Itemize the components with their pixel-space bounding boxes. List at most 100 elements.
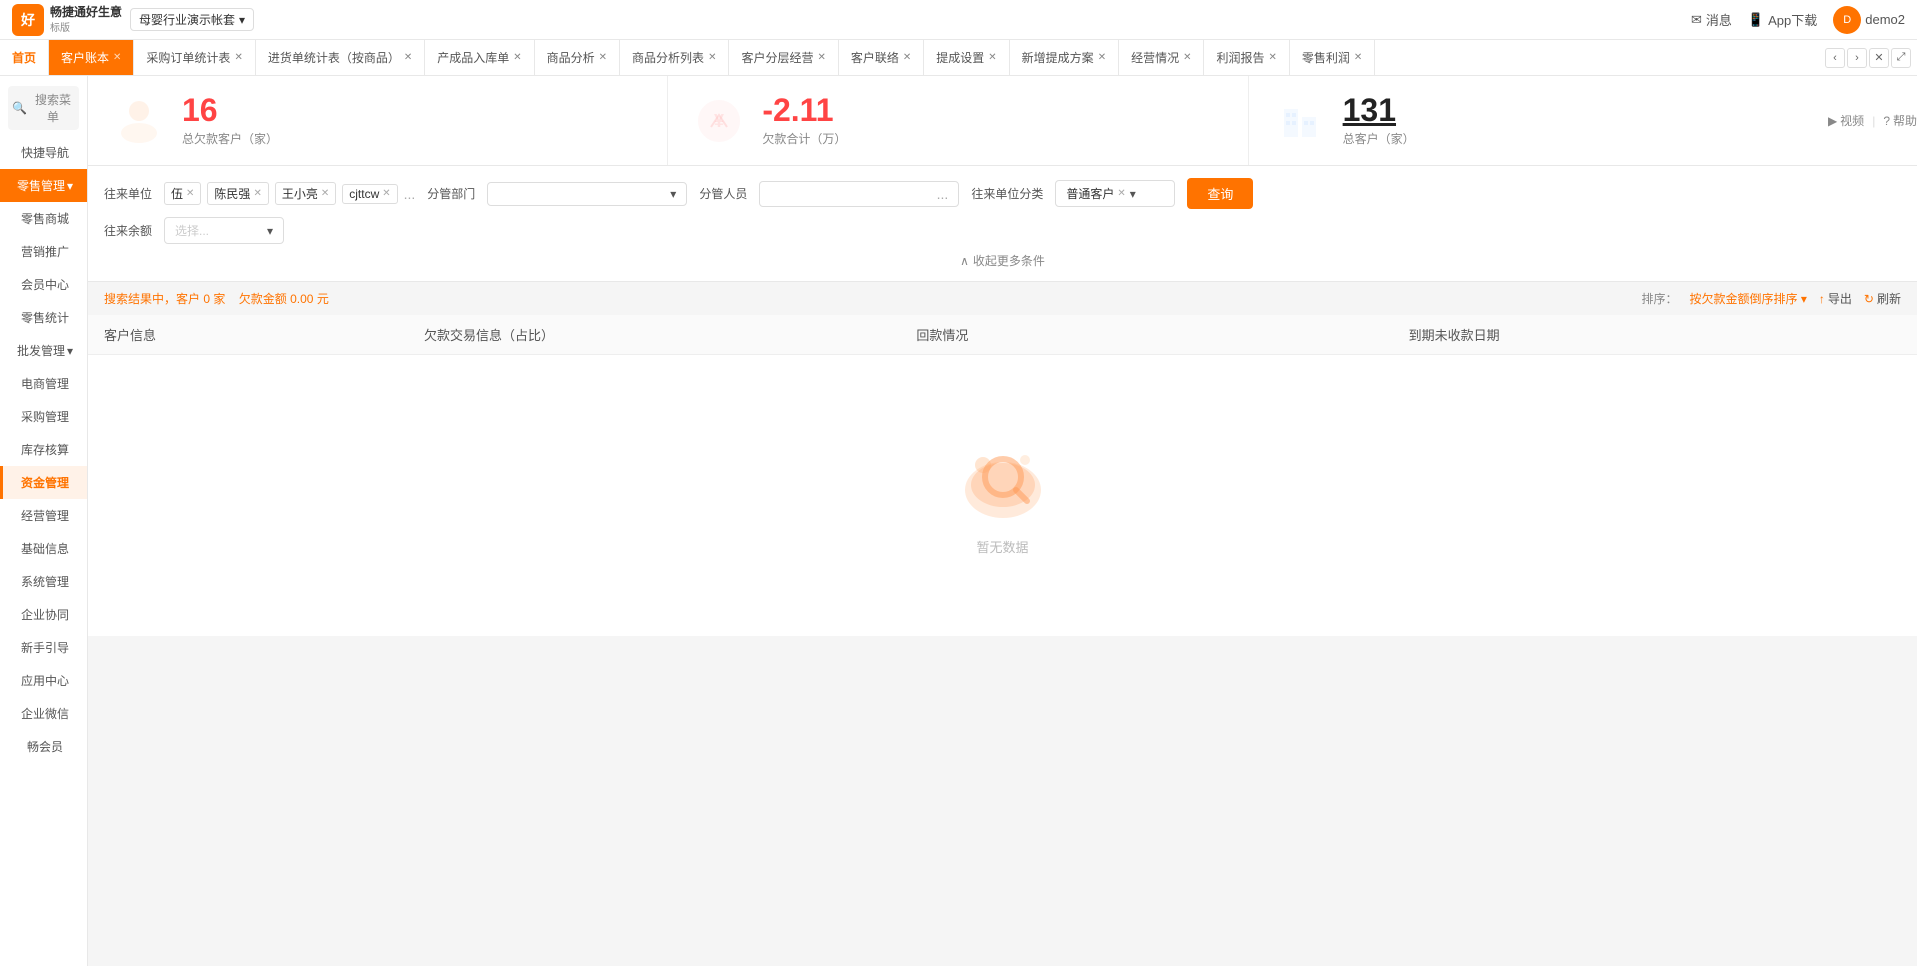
content-area: 16 总欠款客户（家） ¥ -2.11 欠款合 (88, 76, 1917, 966)
remove-tag-icon[interactable]: ✕ (186, 188, 194, 199)
stat-total-debt: ¥ -2.11 欠款合计（万） (668, 76, 1248, 165)
logo-area: 好 畅捷通好生意 标版 (12, 4, 122, 36)
unit-tag-4[interactable]: cjttcw ✕ (342, 184, 397, 204)
close-tab-icon[interactable]: ✕ (234, 52, 242, 63)
sidebar-item-retail-management[interactable]: 零售管理 ▾ (0, 169, 87, 202)
logo-text-area: 畅捷通好生意 标版 (50, 5, 122, 34)
sidebar-item-newbie[interactable]: 新手引导 (0, 631, 87, 664)
close-tab-icon[interactable]: ✕ (817, 52, 825, 63)
tab-controls: ‹ › ✕ ⤢ (1819, 48, 1917, 68)
sidebar-item-retail-stats[interactable]: 零售统计 (0, 301, 87, 334)
close-tab-icon[interactable]: ✕ (1098, 52, 1106, 63)
sidebar-item-enterprise-collab[interactable]: 企业协同 (0, 598, 87, 631)
remove-tag-icon[interactable]: ✕ (253, 188, 261, 199)
stat-clients-values: 131 总客户（家） (1343, 94, 1415, 147)
sort-select[interactable]: 按欠款金额倒序排序 ▾ (1690, 290, 1807, 307)
col-customer-info: 客户信息 (104, 325, 424, 344)
user-menu[interactable]: D demo2 (1833, 6, 1905, 34)
sidebar-item-operation-mgmt[interactable]: 经营管理 (0, 499, 87, 532)
close-tab-icon[interactable]: ✕ (1183, 52, 1191, 63)
sidebar-item-purchase-management[interactable]: 采购管理 (0, 400, 87, 433)
sidebar-item-finance[interactable]: 资金管理 (0, 466, 87, 499)
help-link[interactable]: ? 帮助 (1883, 112, 1917, 129)
close-tab-icon[interactable]: ✕ (708, 52, 716, 63)
close-tab-icon[interactable]: ✕ (404, 52, 412, 63)
close-tab-icon[interactable]: ✕ (113, 52, 121, 63)
tab-home[interactable]: 首页 (0, 40, 49, 76)
tab-cost-inbound[interactable]: 产成品入库单 ✕ (425, 40, 534, 76)
account-selector[interactable]: 母婴行业演示帐套 ▾ (130, 8, 254, 31)
sidebar-item-retail-mall[interactable]: 零售商城 (0, 202, 87, 235)
close-tab-icon[interactable]: ✕ (903, 52, 911, 63)
tab-operation[interactable]: 经营情况 ✕ (1119, 40, 1204, 76)
category-select[interactable]: 普通客户 ✕ ▾ (1055, 180, 1175, 207)
tab-close-all-button[interactable]: ✕ (1869, 48, 1889, 68)
avatar: D (1833, 6, 1861, 34)
sidebar-item-ecommerce[interactable]: 电商管理 (0, 367, 87, 400)
remove-tag-icon[interactable]: ✕ (321, 188, 329, 199)
debt-icon: ¥ (692, 94, 746, 148)
dept-label: 分管部门 (427, 185, 475, 202)
result-bar: 搜索结果中，客户 0 家 欠款金额 0.00 元 排序： 按欠款金额倒序排序 ▾ (88, 282, 1917, 315)
tab-next-button[interactable]: › (1847, 48, 1867, 68)
export-button[interactable]: ↑ 导出 (1819, 290, 1852, 307)
messages-button[interactable]: ✉ 消息 (1691, 10, 1732, 29)
tab-customer-tier[interactable]: 客户分层经营 ✕ (729, 40, 838, 76)
video-link[interactable]: ▶ 视频 (1828, 112, 1864, 129)
sidebar-item-member-center[interactable]: 会员中心 (0, 268, 87, 301)
sidebar-item-vip[interactable]: 畅会员 (0, 730, 87, 763)
stat-customers-label: 总欠款客户（家） (182, 130, 278, 147)
tab-expand-button[interactable]: ⤢ (1891, 48, 1911, 68)
close-tab-icon[interactable]: ✕ (1269, 52, 1277, 63)
sidebar-item-marketing[interactable]: 营销推广 (0, 235, 87, 268)
sidebar-item-system-mgmt[interactable]: 系统管理 (0, 565, 87, 598)
collapse-button[interactable]: ∧ 收起更多条件 (960, 252, 1045, 269)
unit-tag-2[interactable]: 陈民强 ✕ (207, 182, 268, 205)
tab-product-analysis-list[interactable]: 商品分析列表 ✕ (620, 40, 729, 76)
tab-customer-account[interactable]: 客户账本 ✕ (49, 40, 134, 76)
sidebar-item-app-center[interactable]: 应用中心 (0, 664, 87, 697)
sidebar-item-quick-nav[interactable]: 快捷导航 (0, 136, 87, 169)
refresh-button[interactable]: ↻ 刷新 (1864, 290, 1901, 307)
nav-tabs: 首页 客户账本 ✕ 采购订单统计表 ✕ 进货单统计表（按商品） ✕ 产成品入库单… (0, 40, 1917, 76)
tab-promotion-settings[interactable]: 提成设置 ✕ (924, 40, 1009, 76)
sidebar-item-batch-management[interactable]: 批发管理 ▾ (0, 334, 87, 367)
col-repayment: 回款情况 (916, 325, 1408, 344)
category-tag[interactable]: 普通客户 ✕ (1066, 185, 1125, 202)
close-tab-icon[interactable]: ✕ (988, 52, 996, 63)
app-download-button[interactable]: 📱 App下载 (1748, 10, 1817, 29)
more-tags-button[interactable]: ... (404, 186, 416, 202)
category-label: 往来单位分类 (971, 185, 1043, 202)
dept-select[interactable]: ▾ (487, 182, 687, 206)
close-tab-icon[interactable]: ✕ (513, 52, 521, 63)
remove-tag-icon[interactable]: ✕ (382, 188, 390, 199)
dots-icon: ... (937, 186, 949, 202)
balance-label: 往来余额 (104, 222, 152, 239)
tab-prev-button[interactable]: ‹ (1825, 48, 1845, 68)
result-actions: 排序： 按欠款金额倒序排序 ▾ ↑ 导出 ↻ 刷新 (1642, 290, 1902, 307)
query-button[interactable]: 查询 (1187, 178, 1253, 209)
tab-customer-contact[interactable]: 客户联络 ✕ (839, 40, 924, 76)
tab-product-analysis[interactable]: 商品分析 ✕ (535, 40, 620, 76)
tab-retail-profit[interactable]: 零售利润 ✕ (1290, 40, 1375, 76)
person-select[interactable]: ... (759, 181, 959, 207)
sidebar-item-enterprise-wechat[interactable]: 企业微信 (0, 697, 87, 730)
tab-purchase-order[interactable]: 采购订单统计表 ✕ (134, 40, 255, 76)
table-header: 客户信息 欠款交易信息（占比） 回款情况 到期未收款日期 (88, 315, 1917, 355)
sidebar-item-basic-info[interactable]: 基础信息 (0, 532, 87, 565)
close-tab-icon[interactable]: ✕ (1354, 52, 1362, 63)
unit-tag-1[interactable]: 伍 ✕ (164, 182, 201, 205)
tab-new-promotion[interactable]: 新增提成方案 ✕ (1010, 40, 1119, 76)
chevron-down-icon: ▾ (267, 224, 273, 238)
tab-inbound-stats[interactable]: 进货单统计表（按商品） ✕ (256, 40, 425, 76)
stat-debt-value: -2.11 (762, 94, 846, 126)
tab-profit-report[interactable]: 利润报告 ✕ (1204, 40, 1289, 76)
sidebar-item-inventory[interactable]: 库存核算 (0, 433, 87, 466)
unit-tag-3[interactable]: 王小亮 ✕ (275, 182, 336, 205)
remove-category-tag-icon[interactable]: ✕ (1117, 188, 1125, 199)
search-icon: 🔍 (12, 101, 27, 115)
balance-input[interactable]: 选择... ▾ (164, 217, 284, 244)
search-menu-button[interactable]: 🔍 搜索菜单 (8, 86, 79, 130)
chevron-down-icon: ▾ (1130, 187, 1136, 201)
close-tab-icon[interactable]: ✕ (599, 52, 607, 63)
